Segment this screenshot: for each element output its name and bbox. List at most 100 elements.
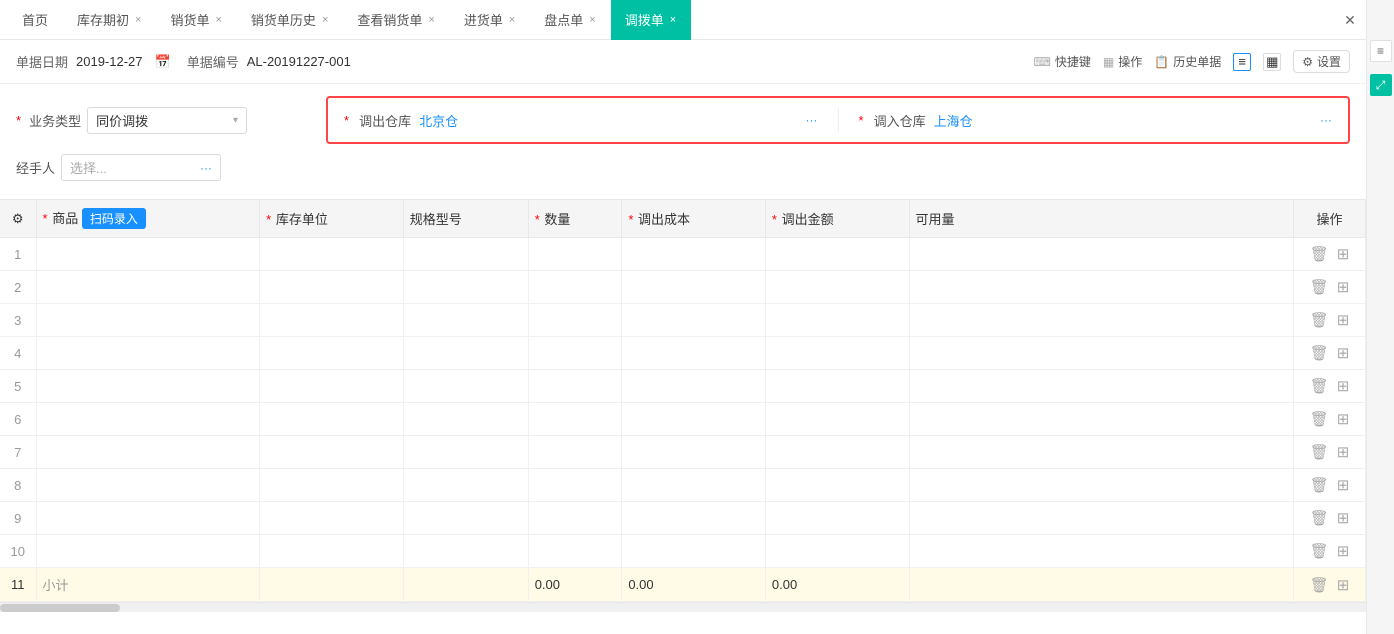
amount-cell[interactable] bbox=[765, 337, 909, 370]
copy-icon[interactable]: ⊞ bbox=[1337, 278, 1350, 296]
unit-cell[interactable] bbox=[260, 370, 404, 403]
copy-icon[interactable]: ⊞ bbox=[1337, 443, 1350, 461]
spec-cell[interactable] bbox=[403, 238, 528, 271]
qty-cell[interactable] bbox=[528, 403, 622, 436]
copy-icon[interactable]: ⊞ bbox=[1337, 311, 1350, 329]
warehouse-out-more[interactable]: ··· bbox=[806, 113, 818, 127]
copy-icon[interactable]: ⊞ bbox=[1337, 344, 1350, 362]
spec-cell[interactable] bbox=[403, 436, 528, 469]
tab-purchase-close[interactable]: × bbox=[509, 14, 515, 26]
cost-cell[interactable] bbox=[622, 304, 766, 337]
tab-inventory-close[interactable]: × bbox=[589, 14, 595, 26]
delete-icon[interactable]: 🗑 bbox=[1310, 443, 1329, 461]
product-cell[interactable] bbox=[36, 535, 260, 568]
amount-cell[interactable] bbox=[765, 304, 909, 337]
cost-cell[interactable] bbox=[622, 535, 766, 568]
shortcut-action[interactable]: ⌨ 快捷键 bbox=[1034, 53, 1091, 70]
copy-icon[interactable]: ⊞ bbox=[1337, 476, 1350, 494]
list-view-button[interactable]: ≡ bbox=[1233, 53, 1251, 71]
spec-cell[interactable] bbox=[403, 337, 528, 370]
copy-icon[interactable]: ⊞ bbox=[1337, 245, 1350, 263]
delete-icon[interactable]: 🗑 bbox=[1310, 410, 1329, 428]
tab-inventory-init[interactable]: 库存期初 × bbox=[63, 0, 156, 40]
amount-cell[interactable] bbox=[765, 469, 909, 502]
tab-purchase[interactable]: 进货单 × bbox=[450, 0, 530, 40]
cost-cell[interactable] bbox=[622, 436, 766, 469]
unit-cell[interactable] bbox=[260, 502, 404, 535]
operation-action[interactable]: ▦ 操作 bbox=[1103, 53, 1142, 70]
delete-icon[interactable]: 🗑 bbox=[1310, 509, 1329, 527]
amount-cell[interactable] bbox=[765, 271, 909, 304]
tab-transfer-close[interactable]: × bbox=[670, 14, 676, 26]
product-cell[interactable] bbox=[36, 436, 260, 469]
warehouse-in-more[interactable]: ··· bbox=[1320, 113, 1332, 127]
product-cell[interactable] bbox=[36, 271, 260, 304]
delete-icon[interactable]: 🗑 bbox=[1310, 476, 1329, 494]
delete-icon[interactable]: 🗑 bbox=[1310, 576, 1329, 594]
spec-cell[interactable] bbox=[403, 535, 528, 568]
amount-cell[interactable] bbox=[765, 502, 909, 535]
business-type-arrow[interactable]: ▾ bbox=[233, 115, 238, 126]
qty-cell[interactable] bbox=[528, 535, 622, 568]
tab-sales-history[interactable]: 销货单历史 × bbox=[237, 0, 343, 40]
unit-cell[interactable] bbox=[260, 535, 404, 568]
cost-cell[interactable] bbox=[622, 271, 766, 304]
cost-cell[interactable] bbox=[622, 469, 766, 502]
tab-transfer[interactable]: 调拨单 × bbox=[611, 0, 691, 40]
amount-cell[interactable] bbox=[765, 370, 909, 403]
qty-cell[interactable] bbox=[528, 436, 622, 469]
product-cell[interactable] bbox=[36, 304, 260, 337]
cost-cell[interactable] bbox=[622, 403, 766, 436]
copy-icon[interactable]: ⊞ bbox=[1337, 509, 1350, 527]
horizontal-scrollbar[interactable] bbox=[0, 602, 1366, 612]
qty-cell[interactable] bbox=[528, 469, 622, 502]
qty-cell[interactable] bbox=[528, 502, 622, 535]
spec-cell[interactable] bbox=[403, 370, 528, 403]
spec-cell[interactable] bbox=[403, 469, 528, 502]
sidebar-external-btn[interactable]: ⤢ bbox=[1370, 74, 1392, 96]
cost-cell[interactable] bbox=[622, 238, 766, 271]
copy-icon[interactable]: ⊞ bbox=[1337, 410, 1350, 428]
grid-view-button[interactable]: ▦ bbox=[1263, 53, 1281, 71]
scrollbar-thumb[interactable] bbox=[0, 604, 120, 612]
tab-sales-history-close[interactable]: × bbox=[322, 14, 328, 26]
th-gear[interactable]: ⚙ bbox=[0, 200, 36, 238]
spec-cell[interactable] bbox=[403, 271, 528, 304]
amount-cell[interactable] bbox=[765, 238, 909, 271]
product-cell[interactable] bbox=[36, 370, 260, 403]
unit-cell[interactable] bbox=[260, 469, 404, 502]
unit-cell[interactable] bbox=[260, 337, 404, 370]
scan-button[interactable]: 扫码录入 bbox=[82, 208, 146, 229]
tab-view-sales[interactable]: 查看销货单 × bbox=[343, 0, 449, 40]
delete-icon[interactable]: 🗑 bbox=[1310, 377, 1329, 395]
unit-cell[interactable] bbox=[260, 403, 404, 436]
delete-icon[interactable]: 🗑 bbox=[1310, 344, 1329, 362]
cost-cell[interactable] bbox=[622, 502, 766, 535]
delete-icon[interactable]: 🗑 bbox=[1310, 278, 1329, 296]
spec-cell[interactable] bbox=[403, 304, 528, 337]
amount-cell[interactable] bbox=[765, 436, 909, 469]
calendar-icon[interactable]: 📅 bbox=[155, 54, 171, 70]
window-close-button[interactable]: ✕ bbox=[1334, 0, 1366, 40]
amount-cell[interactable] bbox=[765, 535, 909, 568]
unit-cell[interactable] bbox=[260, 304, 404, 337]
product-cell[interactable] bbox=[36, 403, 260, 436]
business-type-input[interactable]: 同价调拨 ▾ bbox=[87, 107, 247, 134]
qty-cell[interactable] bbox=[528, 337, 622, 370]
delete-icon[interactable]: 🗑 bbox=[1310, 311, 1329, 329]
cost-cell[interactable] bbox=[622, 370, 766, 403]
tab-sales-order[interactable]: 销货单 × bbox=[156, 0, 236, 40]
handler-more[interactable]: ··· bbox=[200, 161, 212, 175]
handler-input[interactable]: 选择... ··· bbox=[61, 154, 221, 181]
copy-icon[interactable]: ⊞ bbox=[1337, 542, 1350, 560]
history-action[interactable]: 📋 历史单据 bbox=[1154, 53, 1221, 70]
product-cell[interactable] bbox=[36, 502, 260, 535]
qty-cell[interactable] bbox=[528, 271, 622, 304]
unit-cell[interactable] bbox=[260, 436, 404, 469]
spec-cell[interactable] bbox=[403, 502, 528, 535]
tab-inventory[interactable]: 盘点单 × bbox=[530, 0, 610, 40]
tab-inventory-init-close[interactable]: × bbox=[135, 14, 141, 26]
unit-cell[interactable] bbox=[260, 238, 404, 271]
qty-cell[interactable] bbox=[528, 370, 622, 403]
copy-icon[interactable]: ⊞ bbox=[1337, 377, 1350, 395]
